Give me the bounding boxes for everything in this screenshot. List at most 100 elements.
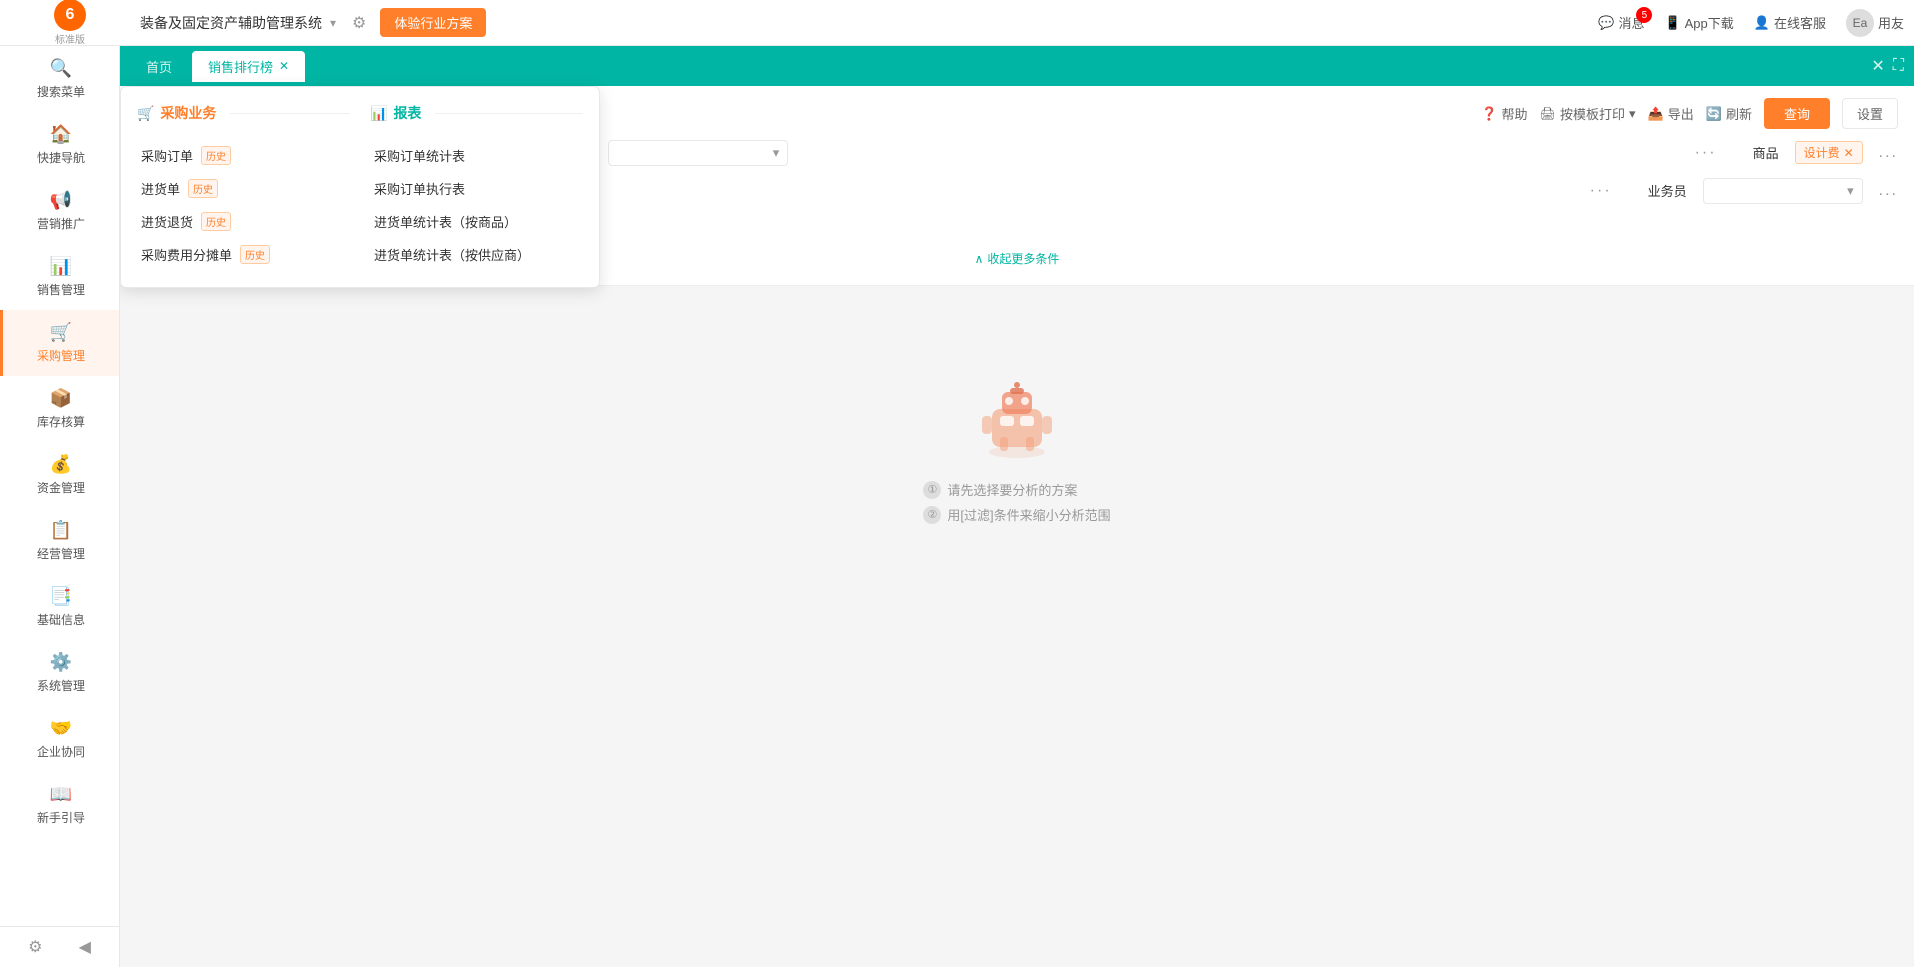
sidebar-item-marketing[interactable]: 📢 营销推广 xyxy=(0,178,119,244)
rank-dots: ··· xyxy=(1590,182,1612,200)
sidebar-item-basic-info[interactable]: 📑 基础信息 xyxy=(0,574,119,640)
tab-expand-btn[interactable]: ⛶ xyxy=(1893,57,1904,75)
sidebar-settings-btn[interactable]: ⚙ xyxy=(28,937,42,957)
refresh-icon: 🔄 xyxy=(1706,106,1722,122)
avatar: Ea xyxy=(1846,9,1874,37)
empty-hints: ① 请先选择要分析的方案 ② 用[过滤]条件来缩小分析范围 xyxy=(923,480,1110,530)
user-area[interactable]: Ea 用友 xyxy=(1846,9,1904,37)
sidebar-item-finance[interactable]: 💰 资金管理 xyxy=(0,442,119,508)
system-dropdown-arrow[interactable]: ▾ xyxy=(330,16,336,30)
service-icon: 👤 xyxy=(1754,15,1770,31)
export-label: 导出 xyxy=(1668,104,1694,123)
home-icon: 🏠 xyxy=(50,124,72,145)
system-title-text: 装备及固定资产辅助管理系统 xyxy=(140,13,322,33)
help-btn[interactable]: ❓ 帮助 xyxy=(1481,104,1527,123)
salesperson-select[interactable]: ▾ xyxy=(1703,178,1863,204)
header-right: 💬 消息 5 📱 App下载 👤 在线客服 Ea 用友 xyxy=(1598,9,1904,37)
trial-button[interactable]: 体验行业方案 xyxy=(380,8,486,37)
export-icon: 📤 xyxy=(1648,106,1664,122)
sidebar-item-cooperation[interactable]: 🤝 企业协同 xyxy=(0,706,119,772)
hint-text-1: 请先选择要分析的方案 xyxy=(947,480,1077,499)
dropdown-item-inbound-stat-goods[interactable]: 进货单统计表（按商品） xyxy=(370,205,583,238)
empty-hint-1: ① 请先选择要分析的方案 xyxy=(923,480,1110,499)
sidebar-label-guide: 新手引导 xyxy=(37,809,85,826)
purchase-col-icon: 🛒 xyxy=(137,105,154,122)
collapse-chevron-icon: ∧ xyxy=(975,252,984,266)
sidebar-label-cooperation: 企业协同 xyxy=(37,743,85,760)
sidebar-item-purchase[interactable]: 🛒 采购管理 xyxy=(0,310,119,376)
dropdown-item-purchase-order-exec[interactable]: 采购订单执行表 xyxy=(370,172,583,205)
inbound-label: 进货单 xyxy=(141,179,180,198)
doc-status-arrow: ▾ xyxy=(773,145,780,161)
main-layout: 🔍 搜索菜单 🏠 快捷导航 📢 营销推广 📊 销售管理 🛒 采购管理 📦 库存核… xyxy=(0,46,1914,967)
app-download-label: App下载 xyxy=(1685,13,1734,32)
report-col-title: 📊 报表 xyxy=(370,103,583,129)
purchase-order-stat-label: 采购订单统计表 xyxy=(374,146,465,165)
refresh-btn[interactable]: 🔄 刷新 xyxy=(1706,104,1752,123)
query-button[interactable]: 查询 xyxy=(1764,98,1830,129)
logo-area: 6 标准版 xyxy=(10,0,130,46)
system-icon: ⚙️ xyxy=(50,652,72,673)
sidebar-label-operations: 经营管理 xyxy=(37,545,85,562)
tab-bar: 首页 销售排行榜 ✕ ✕ ⛶ 🛒 采购业务 xyxy=(120,46,1914,86)
inventory-icon: 📦 xyxy=(50,388,72,409)
sidebar-item-operations[interactable]: 📋 经营管理 xyxy=(0,508,119,574)
hint-num-1: ① xyxy=(923,481,941,499)
goods-label: 商品 xyxy=(1753,143,1779,162)
inbound-return-label: 进货退货 xyxy=(141,212,193,231)
tab-home[interactable]: 首页 xyxy=(130,51,188,82)
sidebar-item-guide[interactable]: 📖 新手引导 xyxy=(0,772,119,838)
help-icon: ❓ xyxy=(1481,106,1497,122)
print-btn[interactable]: 🖨 按模板打印 ▾ xyxy=(1540,104,1636,123)
system-settings-icon[interactable]: ⚙ xyxy=(352,13,366,33)
sidebar-item-quick-nav[interactable]: 🏠 快捷导航 xyxy=(0,112,119,178)
logo-char: 6 xyxy=(66,6,75,24)
empty-icon xyxy=(972,374,1062,464)
online-service-btn[interactable]: 👤 在线客服 xyxy=(1754,13,1826,32)
app-download-btn[interactable]: 📱 App下载 xyxy=(1664,13,1733,32)
logo-subtitle: 标准版 xyxy=(55,31,85,46)
goods-filter: 设计费 ✕ xyxy=(1795,141,1863,164)
goods-tag-close[interactable]: ✕ xyxy=(1844,146,1854,160)
refresh-label: 刷新 xyxy=(1726,104,1752,123)
export-btn[interactable]: 📤 导出 xyxy=(1648,104,1694,123)
sidebar-item-search[interactable]: 🔍 搜索菜单 xyxy=(0,46,119,112)
goods-tag-text: 设计费 xyxy=(1804,144,1840,161)
tab-close-icon[interactable]: ✕ xyxy=(279,59,289,73)
purchase-expense-history-badge: 历史 xyxy=(240,245,270,264)
phone-icon: 📱 xyxy=(1664,15,1680,31)
dropdown-item-purchase-order[interactable]: 采购订单 历史 xyxy=(137,139,350,172)
filter-settings-button[interactable]: 设置 xyxy=(1842,98,1898,129)
tab-close-window-btn[interactable]: ✕ xyxy=(1871,56,1884,76)
tab-sales-ranking[interactable]: 销售排行榜 ✕ xyxy=(192,51,305,82)
inbound-history-badge: 历史 xyxy=(188,179,218,198)
purchase-icon: 🛒 xyxy=(50,322,72,343)
sidebar-item-inventory[interactable]: 📦 库存核算 xyxy=(0,376,119,442)
goods-dots: ... xyxy=(1879,144,1898,162)
dropdown-item-inbound-return[interactable]: 进货退货 历史 xyxy=(137,205,350,238)
sidebar-label-basic-info: 基础信息 xyxy=(37,611,85,628)
logo-icon: 6 xyxy=(54,0,86,31)
print-dropdown-arrow: ▾ xyxy=(1629,106,1636,122)
inbound-stat-goods-label: 进货单统计表（按商品） xyxy=(374,212,517,231)
goods-tag: 设计费 ✕ xyxy=(1795,141,1863,164)
dropdown-item-inbound-stat-supplier[interactable]: 进货单统计表（按供应商） xyxy=(370,238,583,271)
guide-icon: 📖 xyxy=(50,784,72,805)
sidebar-item-system[interactable]: ⚙️ 系统管理 xyxy=(0,640,119,706)
purchase-order-label: 采购订单 xyxy=(141,146,193,165)
user-label: 用友 xyxy=(1878,13,1904,32)
help-label: 帮助 xyxy=(1501,104,1527,123)
message-btn[interactable]: 💬 消息 5 xyxy=(1598,13,1644,32)
hint-text-2: 用[过滤]条件来缩小分析范围 xyxy=(947,505,1110,524)
sidebar-label-purchase: 采购管理 xyxy=(37,347,85,364)
sidebar-label-inventory: 库存核算 xyxy=(37,413,85,430)
doc-status-select[interactable]: ▾ xyxy=(608,140,788,166)
dropdown-item-purchase-expense[interactable]: 采购费用分摊单 历史 xyxy=(137,238,350,271)
doc-status-dots: ··· xyxy=(1695,144,1717,162)
dropdown-item-inbound[interactable]: 进货单 历史 xyxy=(137,172,350,205)
sidebar-item-sales[interactable]: 📊 销售管理 xyxy=(0,244,119,310)
system-title-area: 装备及固定资产辅助管理系统 ▾ ⚙ xyxy=(140,13,366,33)
sidebar-label-system: 系统管理 xyxy=(37,677,85,694)
dropdown-item-purchase-order-stat[interactable]: 采购订单统计表 xyxy=(370,139,583,172)
sidebar-collapse-btn[interactable]: ◀ xyxy=(79,937,91,957)
